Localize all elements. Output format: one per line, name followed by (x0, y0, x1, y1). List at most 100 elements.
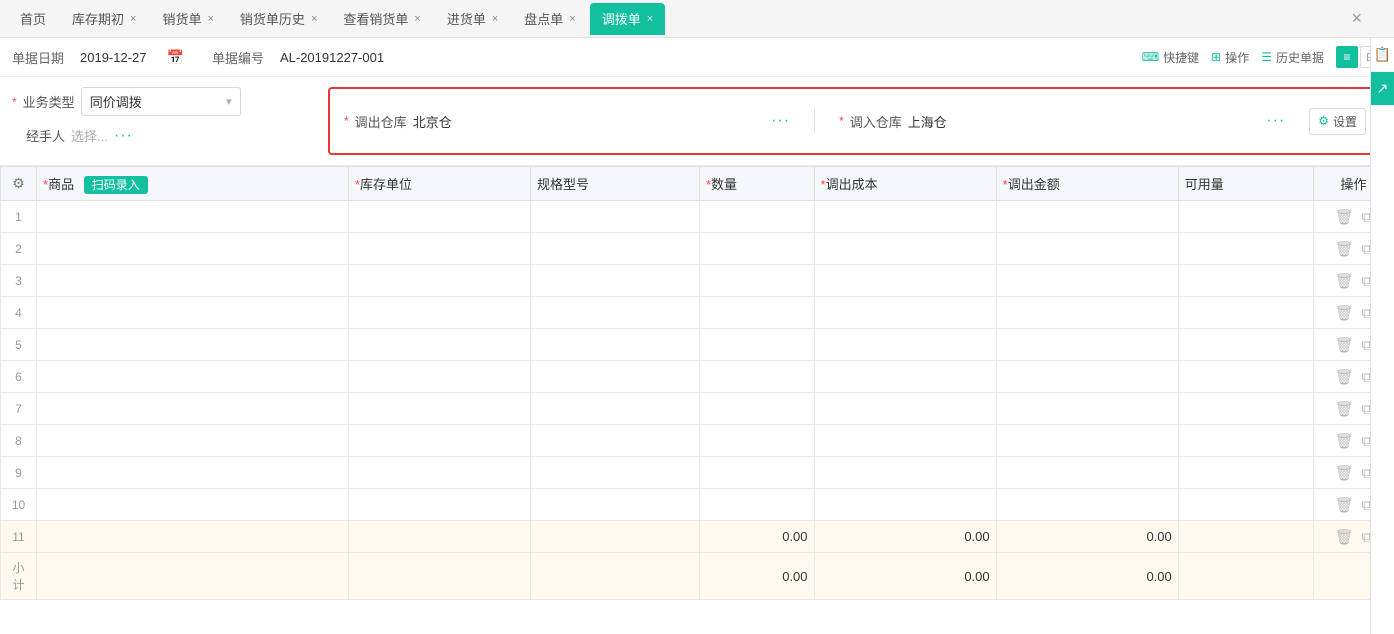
row-goods-10[interactable] (37, 489, 349, 521)
sidebar-doc-icon[interactable]: 📋 (1371, 38, 1394, 72)
row-qty-7[interactable] (699, 393, 814, 425)
row-amount-9[interactable] (996, 457, 1178, 489)
row-spec-1[interactable] (531, 201, 700, 233)
row-goods-5[interactable] (37, 329, 349, 361)
row-spec-2[interactable] (531, 233, 700, 265)
row-amount-2[interactable] (996, 233, 1178, 265)
delete-icon-9[interactable]: 🗑 (1335, 465, 1354, 482)
delete-icon-5[interactable]: 🗑 (1335, 337, 1354, 354)
row-spec-6[interactable] (531, 361, 700, 393)
tab-inventory-init-close[interactable]: × (130, 13, 136, 25)
tab-purchase-order-close[interactable]: × (492, 13, 498, 25)
tab-sales-history-close[interactable]: × (311, 13, 317, 25)
tab-transfer-order[interactable]: 调拨单 × (590, 3, 665, 35)
row-unit-10[interactable] (348, 489, 530, 521)
business-type-select[interactable]: 同价调拨 ▾ (81, 87, 241, 116)
handler-select[interactable]: 选择... (71, 126, 108, 145)
table-gear-icon[interactable]: ⚙ (12, 175, 25, 191)
row-spec-5[interactable] (531, 329, 700, 361)
scan-input-btn[interactable]: 扫码录入 (84, 176, 148, 194)
row-cost-9[interactable] (814, 457, 996, 489)
tab-transfer-order-close[interactable]: × (647, 13, 653, 25)
row-spec-11[interactable] (531, 521, 700, 553)
row-spec-10[interactable] (531, 489, 700, 521)
row-cost-6[interactable] (814, 361, 996, 393)
delete-icon-6[interactable]: 🗑 (1335, 369, 1354, 386)
warehouse-settings-btn[interactable]: ⚙ 设置 (1309, 108, 1366, 135)
warehouse-out-more-icon[interactable]: ··· (771, 112, 790, 130)
row-spec-3[interactable] (531, 265, 700, 297)
row-spec-9[interactable] (531, 457, 700, 489)
row-unit-1[interactable] (348, 201, 530, 233)
row-goods-6[interactable] (37, 361, 349, 393)
tab-view-sales-close[interactable]: × (414, 13, 420, 25)
row-qty-5[interactable] (699, 329, 814, 361)
row-unit-6[interactable] (348, 361, 530, 393)
row-qty-4[interactable] (699, 297, 814, 329)
row-qty-2[interactable] (699, 233, 814, 265)
row-spec-4[interactable] (531, 297, 700, 329)
row-amount-1[interactable] (996, 201, 1178, 233)
row-amount-5[interactable] (996, 329, 1178, 361)
row-unit-3[interactable] (348, 265, 530, 297)
row-amount-6[interactable] (996, 361, 1178, 393)
row-unit-8[interactable] (348, 425, 530, 457)
row-cost-5[interactable] (814, 329, 996, 361)
calendar-icon[interactable]: 📅 (167, 49, 184, 66)
row-cost-3[interactable] (814, 265, 996, 297)
delete-icon-3[interactable]: 🗑 (1335, 273, 1354, 290)
row-goods-1[interactable] (37, 201, 349, 233)
history-btn[interactable]: ☰ 历史单据 (1261, 49, 1324, 66)
row-goods-3[interactable] (37, 265, 349, 297)
row-unit-7[interactable] (348, 393, 530, 425)
row-amount-3[interactable] (996, 265, 1178, 297)
view-toggle-list[interactable]: ≡ (1336, 46, 1358, 68)
warehouse-in-more-icon[interactable]: ··· (1266, 112, 1285, 130)
row-qty-8[interactable] (699, 425, 814, 457)
tab-sales-order-close[interactable]: × (207, 13, 213, 25)
tab-inventory-init[interactable]: 库存期初 × (60, 3, 148, 35)
window-close-button[interactable]: × (1351, 8, 1362, 28)
row-cost-4[interactable] (814, 297, 996, 329)
row-goods-11[interactable] (37, 521, 349, 553)
row-qty-3[interactable] (699, 265, 814, 297)
row-cost-2[interactable] (814, 233, 996, 265)
row-unit-2[interactable] (348, 233, 530, 265)
row-qty-1[interactable] (699, 201, 814, 233)
delete-icon-1[interactable]: 🗑 (1335, 209, 1354, 226)
row-amount-10[interactable] (996, 489, 1178, 521)
tab-sales-order[interactable]: 销货单 × (150, 3, 225, 35)
row-qty-6[interactable] (699, 361, 814, 393)
delete-icon-10[interactable]: 🗑 (1335, 497, 1354, 514)
sidebar-export-icon[interactable]: ↗ (1371, 72, 1394, 106)
row-goods-4[interactable] (37, 297, 349, 329)
row-cost-1[interactable] (814, 201, 996, 233)
row-goods-8[interactable] (37, 425, 349, 457)
row-cost-10[interactable] (814, 489, 996, 521)
delete-icon[interactable]: 🗑 (1335, 529, 1354, 546)
row-qty-10[interactable] (699, 489, 814, 521)
row-unit-5[interactable] (348, 329, 530, 361)
row-goods-9[interactable] (37, 457, 349, 489)
row-amount-7[interactable] (996, 393, 1178, 425)
row-cost-7[interactable] (814, 393, 996, 425)
row-cost-8[interactable] (814, 425, 996, 457)
row-qty-9[interactable] (699, 457, 814, 489)
delete-icon-7[interactable]: 🗑 (1335, 401, 1354, 418)
operation-btn[interactable]: ⊞ 操作 (1211, 49, 1249, 66)
delete-icon-8[interactable]: 🗑 (1335, 433, 1354, 450)
row-spec-7[interactable] (531, 393, 700, 425)
row-goods-2[interactable] (37, 233, 349, 265)
shortcut-btn[interactable]: ⌨ 快捷键 (1142, 49, 1199, 66)
tab-purchase-order[interactable]: 进货单 × (435, 3, 510, 35)
row-amount-8[interactable] (996, 425, 1178, 457)
row-amount-4[interactable] (996, 297, 1178, 329)
row-unit-11[interactable] (348, 521, 530, 553)
row-unit-4[interactable] (348, 297, 530, 329)
tab-sales-history[interactable]: 销货单历史 × (228, 3, 329, 35)
handler-more-icon[interactable]: ··· (114, 127, 133, 145)
tab-stock-check[interactable]: 盘点单 × (512, 3, 587, 35)
row-goods-7[interactable] (37, 393, 349, 425)
tab-home[interactable]: 首页 (8, 3, 58, 35)
row-spec-8[interactable] (531, 425, 700, 457)
